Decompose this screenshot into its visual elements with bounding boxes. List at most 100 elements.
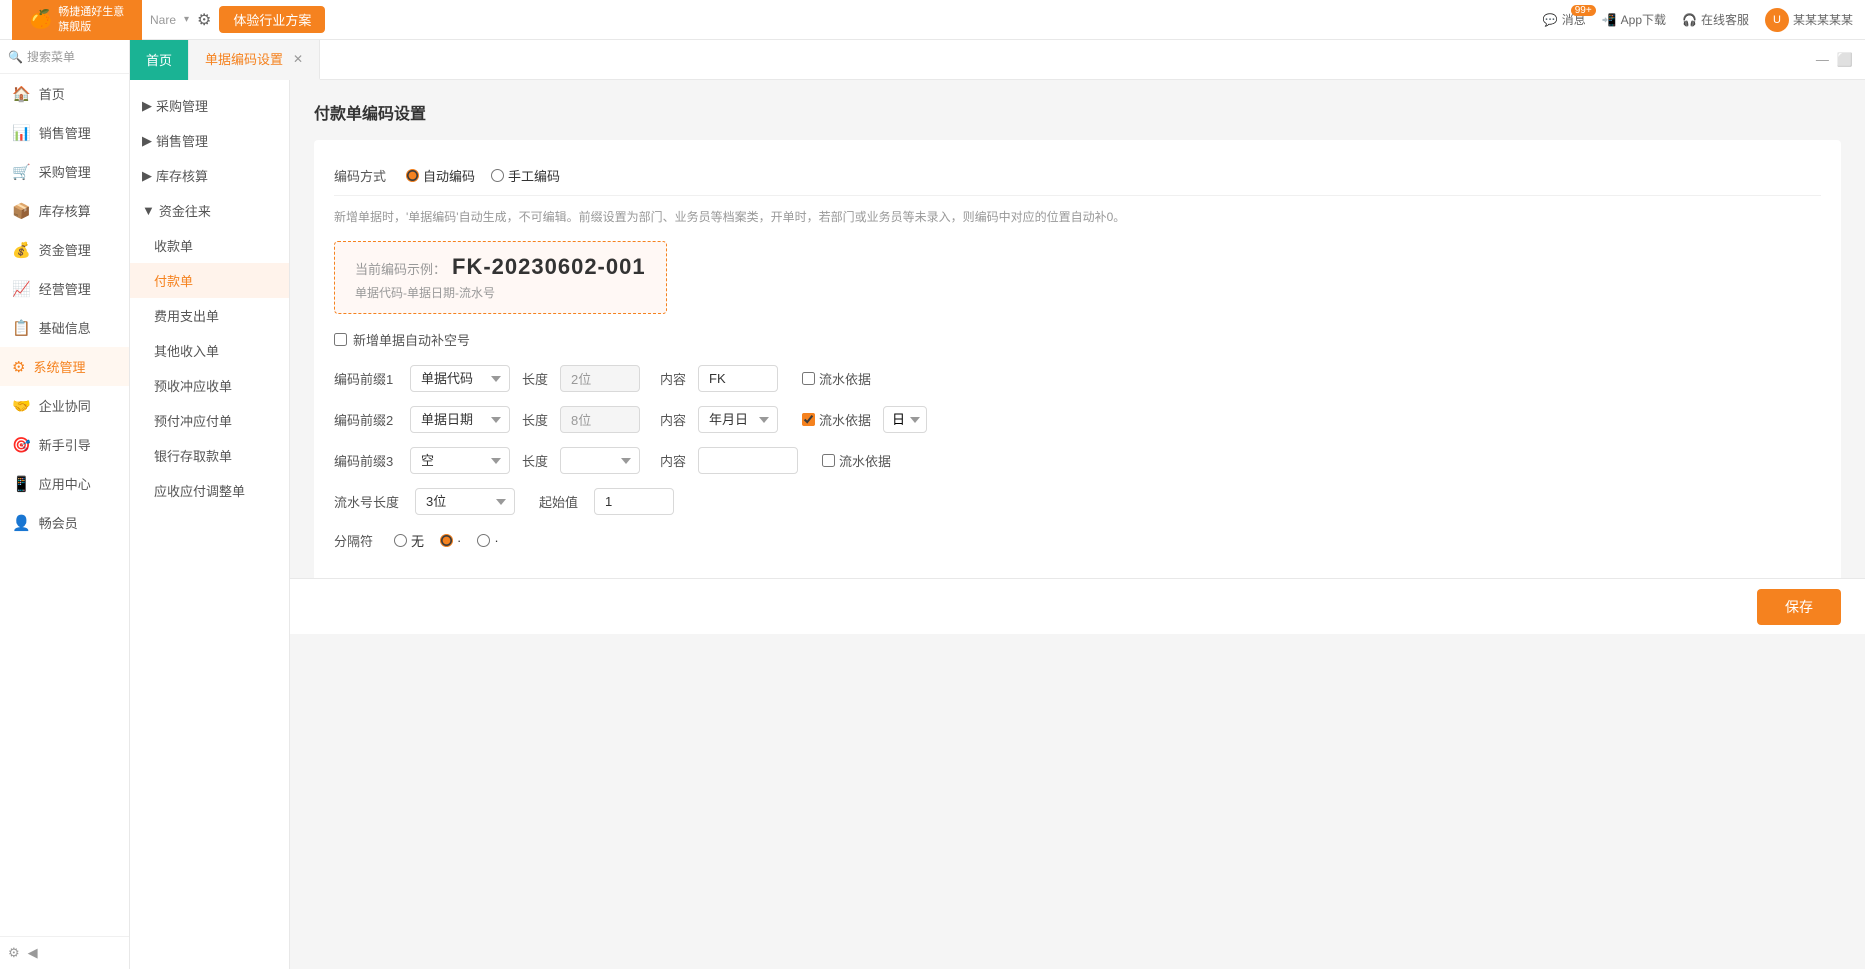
encoding-method-label: 编码方式 [334, 166, 386, 185]
dropdown-icon[interactable]: ▾ [184, 14, 189, 25]
page-title: 付款单编码设置 [314, 100, 1841, 124]
start-value-label: 起始值 [539, 492, 578, 511]
online-service-btn[interactable]: 🎧 在线客服 [1682, 11, 1749, 28]
sidebar-item-basic[interactable]: 📋 基础信息 [0, 308, 129, 347]
sidebar-item-finance[interactable]: 💰 资金管理 [0, 230, 129, 269]
secondary-item-bank[interactable]: 银行存取款单 [130, 438, 289, 473]
top-bar-left: Nare ▾ ⚙ 体验行业方案 [150, 6, 1535, 33]
separator-dot2[interactable]: · [477, 533, 498, 548]
separator-row: 分隔符 无 · · [334, 531, 1821, 550]
home-icon: 🏠 [12, 85, 31, 103]
separator-none[interactable]: 无 [394, 531, 424, 550]
prefix2-select[interactable]: 单据日期 [410, 406, 510, 433]
basic-icon: 📋 [12, 319, 31, 337]
appcenter-icon: 📱 [12, 475, 31, 493]
sales-chevron-icon: ▶ [142, 133, 152, 149]
sidebar-item-purchase[interactable]: 🛒 采购管理 [0, 152, 129, 191]
secondary-item-adjust[interactable]: 应收应付调整单 [130, 473, 289, 508]
logo-text: 畅捷通好生意 旗舰版 [58, 5, 124, 34]
sidebar-item-guide[interactable]: 🎯 新手引导 [0, 425, 129, 464]
content3-label: 内容 [660, 451, 686, 470]
stock-icon: 📦 [12, 202, 31, 220]
purchase-chevron-icon: ▶ [142, 98, 152, 114]
app-download-btn[interactable]: 📲 App下载 [1602, 11, 1666, 28]
logo: 🍊 畅捷通好生意 旗舰版 [12, 0, 142, 40]
auto-fill-label: 新增单据自动补空号 [353, 330, 470, 349]
encoding-method-row: 编码方式 自动编码 手工编码 [334, 156, 1821, 196]
serial2-checkbox[interactable] [802, 413, 815, 426]
secondary-group-finance[interactable]: ▼ 资金往来 [130, 193, 289, 228]
sidebar-item-system[interactable]: ⚙ 系统管理 [0, 347, 129, 386]
message-btn[interactable]: 💬 消息 99+ [1543, 11, 1586, 28]
manual-code-radio[interactable]: 手工编码 [491, 166, 560, 185]
sidebar-item-operation[interactable]: 📈 经营管理 [0, 269, 129, 308]
sidebar-item-member[interactable]: 👤 畅会员 [0, 503, 129, 542]
prefix3-label: 编码前缀3 [334, 451, 398, 470]
content2-select[interactable]: 年月日 [698, 406, 778, 433]
top-bar-right: 💬 消息 99+ 📲 App下载 🎧 在线客服 U 某某某某某 [1543, 8, 1853, 32]
tab-maximize-icon[interactable]: ⬜ [1837, 52, 1853, 68]
save-button[interactable]: 保存 [1757, 589, 1841, 625]
sidebar-item-stock[interactable]: 📦 库存核算 [0, 191, 129, 230]
trial-button[interactable]: 体验行业方案 [219, 6, 325, 33]
content1-input[interactable] [698, 365, 778, 392]
length2-label: 长度 [522, 410, 548, 429]
secondary-item-payment[interactable]: 付款单 [130, 263, 289, 298]
secondary-group-stock[interactable]: ▶ 库存核算 [130, 158, 289, 193]
hint-text: 新增单据时，'单据编码'自动生成，不可编辑。前缀设置为部门、业务员等档案类，开单… [334, 208, 1821, 227]
logo-icon: 🍊 [30, 9, 52, 30]
secondary-item-prepayment-receipt[interactable]: 预收冲应收单 [130, 368, 289, 403]
sidebar-item-home[interactable]: 🏠 首页 [0, 74, 129, 113]
auto-fill-checkbox[interactable] [334, 333, 347, 346]
secondary-item-expense[interactable]: 费用支出单 [130, 298, 289, 333]
serial-length-select[interactable]: 3位 4位 5位 [415, 488, 515, 515]
settings-icon[interactable]: ⚙ [197, 10, 211, 30]
prefix1-select[interactable]: 单据代码 [410, 365, 510, 392]
tab-code-settings[interactable]: 单据编码设置 ✕ [189, 40, 320, 80]
user-avatar[interactable]: U 某某某某某 [1765, 8, 1853, 32]
separator-dot[interactable]: · [440, 533, 461, 548]
content3-input[interactable] [698, 447, 798, 474]
secondary-group-purchase[interactable]: ▶ 采购管理 [130, 88, 289, 123]
sidebar-item-appcenter[interactable]: 📱 应用中心 [0, 464, 129, 503]
sidebar-search[interactable]: 🔍 搜索菜单 [0, 40, 129, 74]
tab-home[interactable]: 首页 [130, 40, 189, 80]
separator-label: 分隔符 [334, 531, 382, 550]
tab-minimize-icon[interactable]: — [1816, 52, 1829, 67]
day-select[interactable]: 日 月 年 [883, 406, 927, 433]
length2-input [560, 406, 640, 433]
length3-select[interactable] [560, 447, 640, 474]
tab-bar: 首页 单据编码设置 ✕ — ⬜ [130, 40, 1865, 80]
secondary-item-income[interactable]: 其他收入单 [130, 333, 289, 368]
headset-icon: 🎧 [1682, 13, 1697, 27]
operation-icon: 📈 [12, 280, 31, 298]
tab-close-icon[interactable]: ✕ [293, 52, 303, 66]
serial3-checkbox[interactable] [822, 454, 835, 467]
preview-label: 当前编码示例： [355, 259, 446, 278]
start-value-input[interactable] [594, 488, 674, 515]
secondary-item-receipt[interactable]: 收款单 [130, 228, 289, 263]
serial1-checkbox[interactable] [802, 372, 815, 385]
auto-code-radio[interactable]: 自动编码 [406, 166, 475, 185]
secondary-item-prepayment-pay[interactable]: 预付冲应付单 [130, 403, 289, 438]
length3-label: 长度 [522, 451, 548, 470]
sidebar-settings-icon[interactable]: ⚙ [8, 945, 20, 961]
message-badge: 99+ [1571, 5, 1596, 16]
length1-input [560, 365, 640, 392]
encoding-radio-group: 自动编码 手工编码 [406, 166, 560, 185]
serial-row: 流水号长度 3位 4位 5位 起始值 [334, 488, 1821, 515]
serial3-checkbox-row: 流水依据 [822, 451, 891, 470]
sidebar-collapse-icon[interactable]: ◀ [28, 945, 38, 961]
prefix3-select[interactable]: 空 [410, 447, 510, 474]
middle-panel: ▶ 采购管理 ▶ 销售管理 ▶ 库存核算 ▼ 资金往来 收款单 [130, 80, 1865, 969]
serial2-label: 流水依据 [819, 410, 871, 429]
config-row-2: 编码前缀2 单据日期 长度 内容 年月日 流水依据 [334, 406, 1821, 433]
bottom-bar: 保存 [290, 578, 1865, 634]
sidebar-item-sales[interactable]: 📊 销售管理 [0, 113, 129, 152]
config-row-1: 编码前缀1 单据代码 长度 内容 流水依据 [334, 365, 1821, 392]
sidebar-item-enterprise[interactable]: 🤝 企业协同 [0, 386, 129, 425]
sidebar-bottom: ⚙ ◀ [0, 936, 129, 969]
system-icon: ⚙ [12, 358, 25, 376]
secondary-group-sales[interactable]: ▶ 销售管理 [130, 123, 289, 158]
secondary-sidebar: ▶ 采购管理 ▶ 销售管理 ▶ 库存核算 ▼ 资金往来 收款单 [130, 80, 290, 969]
